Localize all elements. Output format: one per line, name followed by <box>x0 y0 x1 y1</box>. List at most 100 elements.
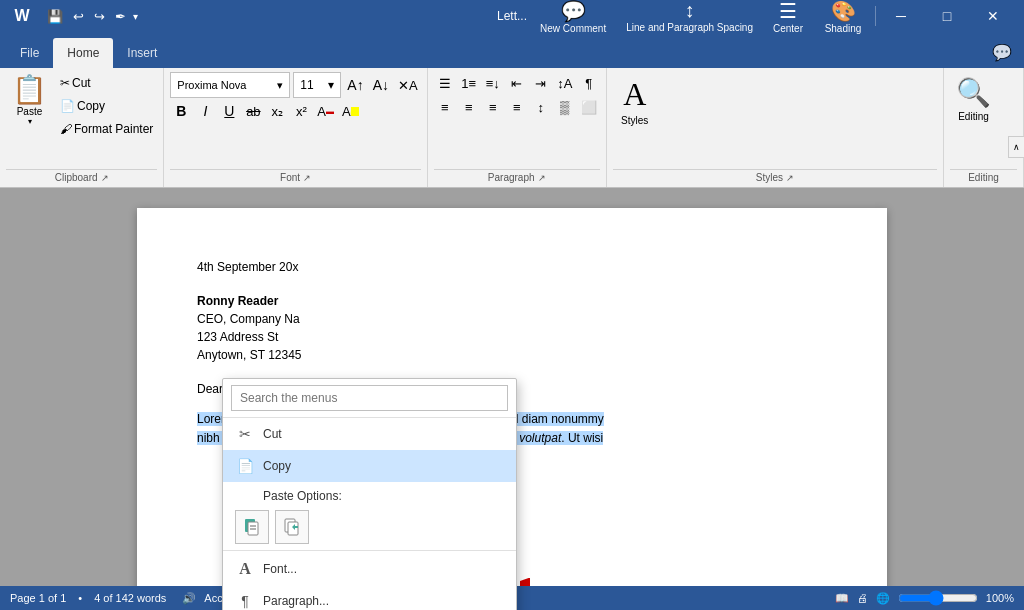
menu-search-input[interactable] <box>231 385 508 411</box>
document-area: 4th September 20x Ronny Reader CEO, Comp… <box>0 188 1024 610</box>
new-comment-title-btn[interactable]: 💬 New Comment <box>530 0 616 36</box>
menu-item-cut[interactable]: ✂ Cut <box>223 418 516 450</box>
minimize-btn[interactable]: ─ <box>878 0 924 32</box>
font-menu-icon: A <box>235 560 255 578</box>
increase-indent-btn[interactable]: ⇥ <box>530 72 552 94</box>
context-menu: ✂ Cut 📄 Copy Paste Options: <box>222 378 517 610</box>
close-btn[interactable]: ✕ <box>970 0 1016 32</box>
underline-btn[interactable]: U <box>218 100 240 122</box>
font-color-btn[interactable]: A▬ <box>314 100 337 122</box>
menu-item-paste-label: Paste Options: <box>223 482 516 506</box>
clipboard-expand-icon[interactable]: ↗ <box>101 173 109 183</box>
grow-font-btn[interactable]: A↑ <box>344 74 366 96</box>
cut-menu-label: Cut <box>263 427 504 441</box>
editing-group: 🔍 Editing Editing <box>944 68 1024 187</box>
paste-options-row <box>223 506 516 548</box>
view-print-btn[interactable]: 🖨 <box>857 592 868 604</box>
qat-redo[interactable]: ↪ <box>91 7 108 26</box>
clipboard-group: 📋 Paste ▾ ✂Cut 📄Copy 🖌Format Painter Cli… <box>0 68 164 187</box>
menu-item-paragraph[interactable]: ¶ Paragraph... <box>223 585 516 610</box>
cut-btn[interactable]: ✂Cut <box>56 72 157 94</box>
paragraph-group: ☰ 1≡ ≡↓ ⇤ ⇥ ↕A ¶ ≡ ≡ ≡ ≡ ↕ ▒ ⬜ <box>428 68 607 187</box>
decrease-indent-btn[interactable]: ⇤ <box>506 72 528 94</box>
highlight-btn[interactable]: A▬ <box>339 100 362 122</box>
italic-btn[interactable]: I <box>194 100 216 122</box>
qat-ink[interactable]: ✒ <box>112 7 129 26</box>
superscript-btn[interactable]: x² <box>290 100 312 122</box>
copy-menu-label: Copy <box>263 459 504 473</box>
title-bar: W 💾 ↩ ↪ ✒ ▾ Lett... 💬 New Comment ↕ Line… <box>0 0 1024 32</box>
tab-file[interactable]: File <box>6 38 53 68</box>
copy-menu-icon: 📄 <box>235 458 255 474</box>
styles-group: A Styles Styles ↗ <box>607 68 944 187</box>
page-info: Page 1 of 1 <box>10 592 66 604</box>
shrink-font-btn[interactable]: A↓ <box>370 74 392 96</box>
subscript-btn[interactable]: x₂ <box>266 100 288 122</box>
doc-date: 4th September 20x <box>197 258 827 276</box>
copy-btn[interactable]: 📄Copy <box>56 95 157 117</box>
word-icon: W <box>8 2 36 30</box>
doc-recipient-title: CEO, Company Na <box>197 310 827 328</box>
view-read-btn[interactable]: 📖 <box>835 592 849 605</box>
maximize-btn[interactable]: □ <box>924 0 970 32</box>
paste-keep-source-btn[interactable] <box>235 510 269 544</box>
bold-btn[interactable]: B <box>170 100 192 122</box>
shading-title-btn[interactable]: 🎨 Shading <box>813 0 873 36</box>
font-name-selector[interactable]: Proxima Nova▾ <box>170 72 290 98</box>
paste-options-label: Paste Options: <box>263 489 504 503</box>
center-title-btn[interactable]: ☰ Center <box>763 0 813 36</box>
title-text: Lett... <box>497 9 527 23</box>
paragraph-menu-icon: ¶ <box>235 593 255 609</box>
view-web-btn[interactable]: 🌐 <box>876 592 890 605</box>
paste-merge-formatting-btn[interactable] <box>275 510 309 544</box>
font-expand-icon[interactable]: ↗ <box>303 173 311 183</box>
ribbon-tabs: File Home Insert 💬 <box>0 32 1024 68</box>
bullets-btn[interactable]: ☰ <box>434 72 456 94</box>
paste-btn[interactable]: 📋 Paste ▾ <box>6 72 53 130</box>
styles-gallery-btn[interactable]: A Styles <box>613 72 657 130</box>
qat-save[interactable]: 💾 <box>44 7 66 26</box>
justify-btn[interactable]: ≡ <box>506 96 528 118</box>
styles-expand-icon[interactable]: ↗ <box>786 173 794 183</box>
tab-home[interactable]: Home <box>53 38 113 68</box>
font-size-selector[interactable]: 11▾ <box>293 72 341 98</box>
doc-recipient-name: Ronny Reader <box>197 292 827 310</box>
qat-dropdown[interactable]: ▾ <box>133 11 138 22</box>
comments-panel-btn[interactable]: 💬 <box>980 37 1024 68</box>
numbering-btn[interactable]: 1≡ <box>458 72 480 94</box>
doc-address2: Anytown, ST 12345 <box>197 346 827 364</box>
menu-item-copy[interactable]: 📄 Copy <box>223 450 516 482</box>
line-spacing-title-btn[interactable]: ↕ Line and Paragraph Spacing <box>616 0 763 36</box>
clear-format-btn[interactable]: ✕A <box>395 74 421 96</box>
sort-btn[interactable]: ↕A <box>554 72 576 94</box>
paragraph-menu-label: Paragraph... <box>263 594 504 608</box>
paragraph-label: Paragraph <box>488 172 535 183</box>
collapse-ribbon-btn[interactable]: ∧ <box>1008 136 1024 158</box>
paragraph-expand-icon[interactable]: ↗ <box>538 173 546 183</box>
editing-label: Editing <box>968 172 999 183</box>
word-count: 4 of 142 words <box>94 592 166 604</box>
clipboard-label: Clipboard <box>55 172 98 183</box>
qat-undo[interactable]: ↩ <box>70 7 87 26</box>
font-label: Font <box>280 172 300 183</box>
multilevel-btn[interactable]: ≡↓ <box>482 72 504 94</box>
menu-item-font[interactable]: A Font... <box>223 553 516 585</box>
font-group: Proxima Nova▾ 11▾ A↑ A↓ ✕A B I U ab x₂ x… <box>164 68 427 187</box>
format-painter-btn[interactable]: 🖌Format Painter <box>56 118 157 140</box>
strikethrough-btn[interactable]: ab <box>242 100 264 122</box>
align-left-btn[interactable]: ≡ <box>434 96 456 118</box>
zoom-level: 100% <box>986 592 1014 604</box>
tab-insert[interactable]: Insert <box>113 38 171 68</box>
shading-small-btn[interactable]: ▒ <box>554 96 576 118</box>
align-center-btn[interactable]: ≡ <box>458 96 480 118</box>
app-window: W 💾 ↩ ↪ ✒ ▾ Lett... 💬 New Comment ↕ Line… <box>0 0 1024 610</box>
show-para-btn[interactable]: ¶ <box>578 72 600 94</box>
line-spacing-btn[interactable]: ↕ <box>530 96 552 118</box>
ribbon-main: 📋 Paste ▾ ✂Cut 📄Copy 🖌Format Painter Cli… <box>0 68 1024 188</box>
svg-rect-5 <box>288 522 298 535</box>
zoom-slider[interactable] <box>898 590 978 606</box>
editing-btn[interactable]: 🔍 Editing <box>950 72 997 126</box>
styles-label: Styles <box>756 172 783 183</box>
align-right-btn[interactable]: ≡ <box>482 96 504 118</box>
borders-btn[interactable]: ⬜ <box>578 96 600 118</box>
